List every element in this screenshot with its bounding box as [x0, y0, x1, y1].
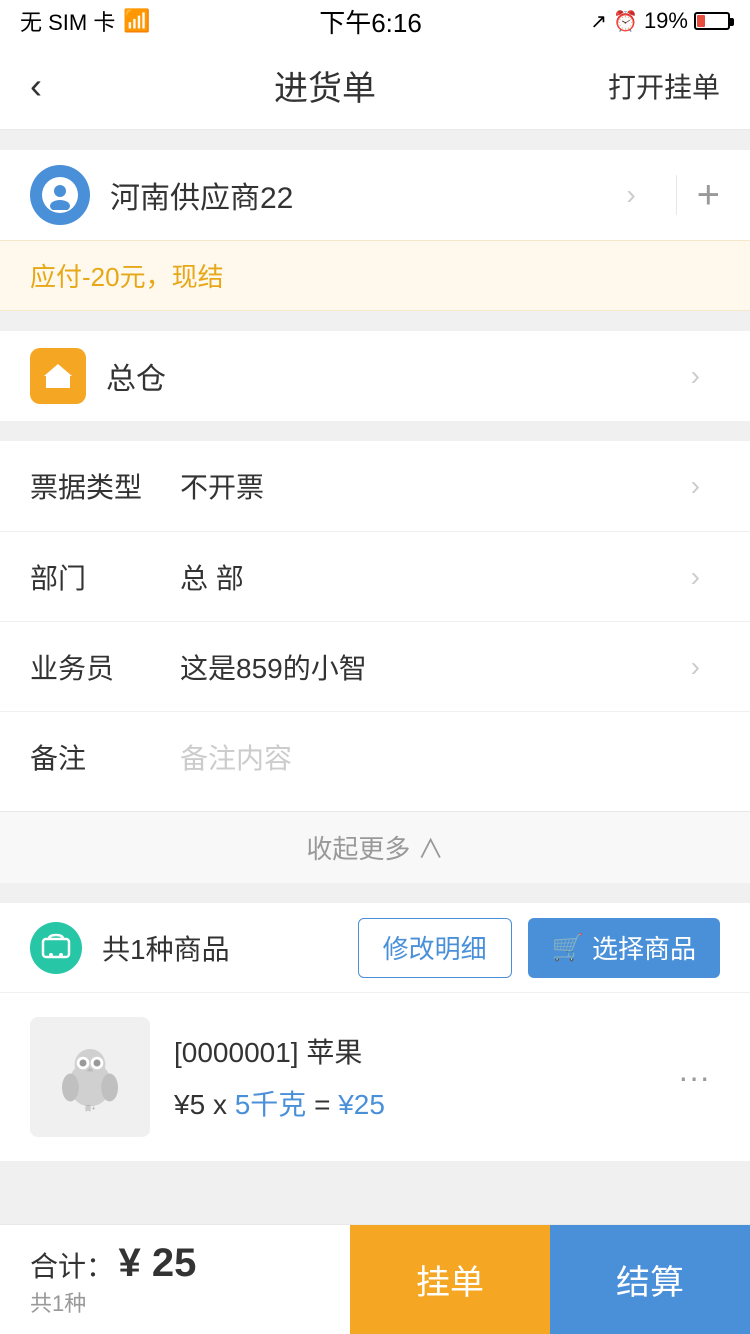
warehouse-chevron: ›	[691, 360, 700, 392]
total-row: 合计： ¥ 25	[30, 1241, 320, 1286]
total-amount: ¥ 25	[118, 1241, 196, 1285]
products-section: 共1种商品 修改明细 🛒 选择商品	[0, 903, 750, 1162]
product-thumbnail: 晋+	[30, 1017, 150, 1137]
supplier-section: 河南供应商22 › + 应付-20元，现结	[0, 150, 750, 311]
product-count-text: 共1种商品	[102, 928, 358, 968]
invoice-row[interactable]: 票据类型 不开票 ›	[0, 441, 750, 531]
price-equals: =	[314, 1089, 338, 1120]
remark-label: 备注	[30, 737, 160, 777]
open-hang-button[interactable]: 打开挂单	[608, 66, 720, 106]
svg-text:晋+: 晋+	[84, 1105, 95, 1112]
back-button[interactable]: ‹	[30, 65, 42, 107]
product-count-icon	[30, 922, 82, 974]
invoice-chevron: ›	[691, 470, 700, 502]
status-time: 下午6:16	[319, 3, 422, 40]
divider-1	[0, 311, 750, 331]
product-more-button[interactable]: ···	[668, 1049, 720, 1106]
product-item: 晋+ [0000001] 苹果 ¥5 x 5千克 = ¥25 ···	[0, 993, 750, 1162]
supplier-name: 河南供应商22	[110, 173, 626, 217]
warning-banner: 应付-20元，现结	[0, 240, 750, 311]
select-label: 选择商品	[592, 929, 696, 966]
warehouse-section: 总仓 ›	[0, 331, 750, 421]
battery-percentage: 19%	[644, 8, 688, 34]
invoice-value: 不开票	[160, 466, 691, 506]
supplier-row[interactable]: 河南供应商22 › +	[0, 150, 750, 240]
top-divider	[0, 130, 750, 150]
total-label: 合计：	[30, 1251, 114, 1282]
total-count: 共1种	[30, 1286, 320, 1318]
divider-2	[0, 421, 750, 441]
collapse-text: 收起更多 ∧	[306, 829, 443, 866]
status-carrier: 无 SIM 卡 📶	[20, 5, 151, 37]
invoice-label: 票据类型	[30, 466, 160, 506]
status-bar: 无 SIM 卡 📶 下午6:16 ↗ ⏰ 19%	[0, 0, 750, 42]
product-name: [0000001] 苹果	[174, 1031, 668, 1071]
status-indicators: ↗ ⏰ 19%	[590, 8, 730, 34]
department-row[interactable]: 部门 总 部 ›	[0, 531, 750, 621]
modify-detail-button[interactable]: 修改明细	[358, 918, 512, 978]
salesman-value: 这是859的小智	[160, 647, 691, 687]
supplier-avatar	[30, 165, 90, 225]
price-separator: x	[213, 1089, 235, 1120]
supplier-divider	[676, 175, 677, 215]
form-section: 票据类型 不开票 › 部门 总 部 › 业务员 这是859的小智 › 备注 备注…	[0, 441, 750, 883]
total-section: 合计： ¥ 25 共1种	[0, 1241, 350, 1318]
remark-placeholder: 备注内容	[160, 737, 720, 777]
carrier-text: 无 SIM 卡	[20, 5, 115, 37]
price-base: ¥5	[174, 1089, 205, 1120]
battery-icon	[694, 12, 730, 30]
hang-button[interactable]: 挂单	[350, 1225, 550, 1334]
warehouse-row[interactable]: 总仓 ›	[0, 331, 750, 421]
salesman-chevron: ›	[691, 651, 700, 683]
product-info: [0000001] 苹果 ¥5 x 5千克 = ¥25	[174, 1031, 668, 1123]
price-quantity: 5千克	[235, 1089, 307, 1120]
product-price: ¥5 x 5千克 = ¥25	[174, 1083, 668, 1123]
department-value: 总 部	[160, 557, 691, 597]
product-title: 苹果	[306, 1037, 362, 1068]
nav-bar: ‹ 进货单 打开挂单	[0, 42, 750, 130]
checkout-button[interactable]: 结算	[550, 1225, 750, 1334]
department-chevron: ›	[691, 561, 700, 593]
remark-row[interactable]: 备注 备注内容	[0, 711, 750, 801]
salesman-row[interactable]: 业务员 这是859的小智 ›	[0, 621, 750, 711]
avatar-inner	[42, 177, 78, 213]
alarm-icon: ⏰	[613, 9, 638, 34]
select-icon: 🛒	[552, 932, 584, 963]
warehouse-icon	[30, 348, 86, 404]
home-icon	[42, 360, 74, 392]
department-label: 部门	[30, 557, 160, 597]
location-icon: ↗	[590, 9, 607, 34]
cart-icon	[41, 933, 71, 963]
price-total: ¥25	[338, 1089, 385, 1120]
page-title: 进货单	[274, 61, 376, 110]
collapse-row[interactable]: 收起更多 ∧	[0, 811, 750, 883]
products-header: 共1种商品 修改明细 🛒 选择商品	[0, 903, 750, 993]
wifi-icon: 📶	[123, 8, 150, 34]
salesman-label: 业务员	[30, 647, 160, 687]
person-icon	[45, 180, 75, 210]
owl-logo: 晋+	[55, 1042, 125, 1112]
add-button[interactable]: +	[697, 173, 720, 218]
product-id: [0000001]	[174, 1037, 299, 1068]
bottom-bar: 合计： ¥ 25 共1种 挂单 结算	[0, 1224, 750, 1334]
supplier-chevron: ›	[626, 179, 635, 211]
select-product-button[interactable]: 🛒 选择商品	[528, 918, 720, 978]
warehouse-name: 总仓	[106, 354, 691, 398]
